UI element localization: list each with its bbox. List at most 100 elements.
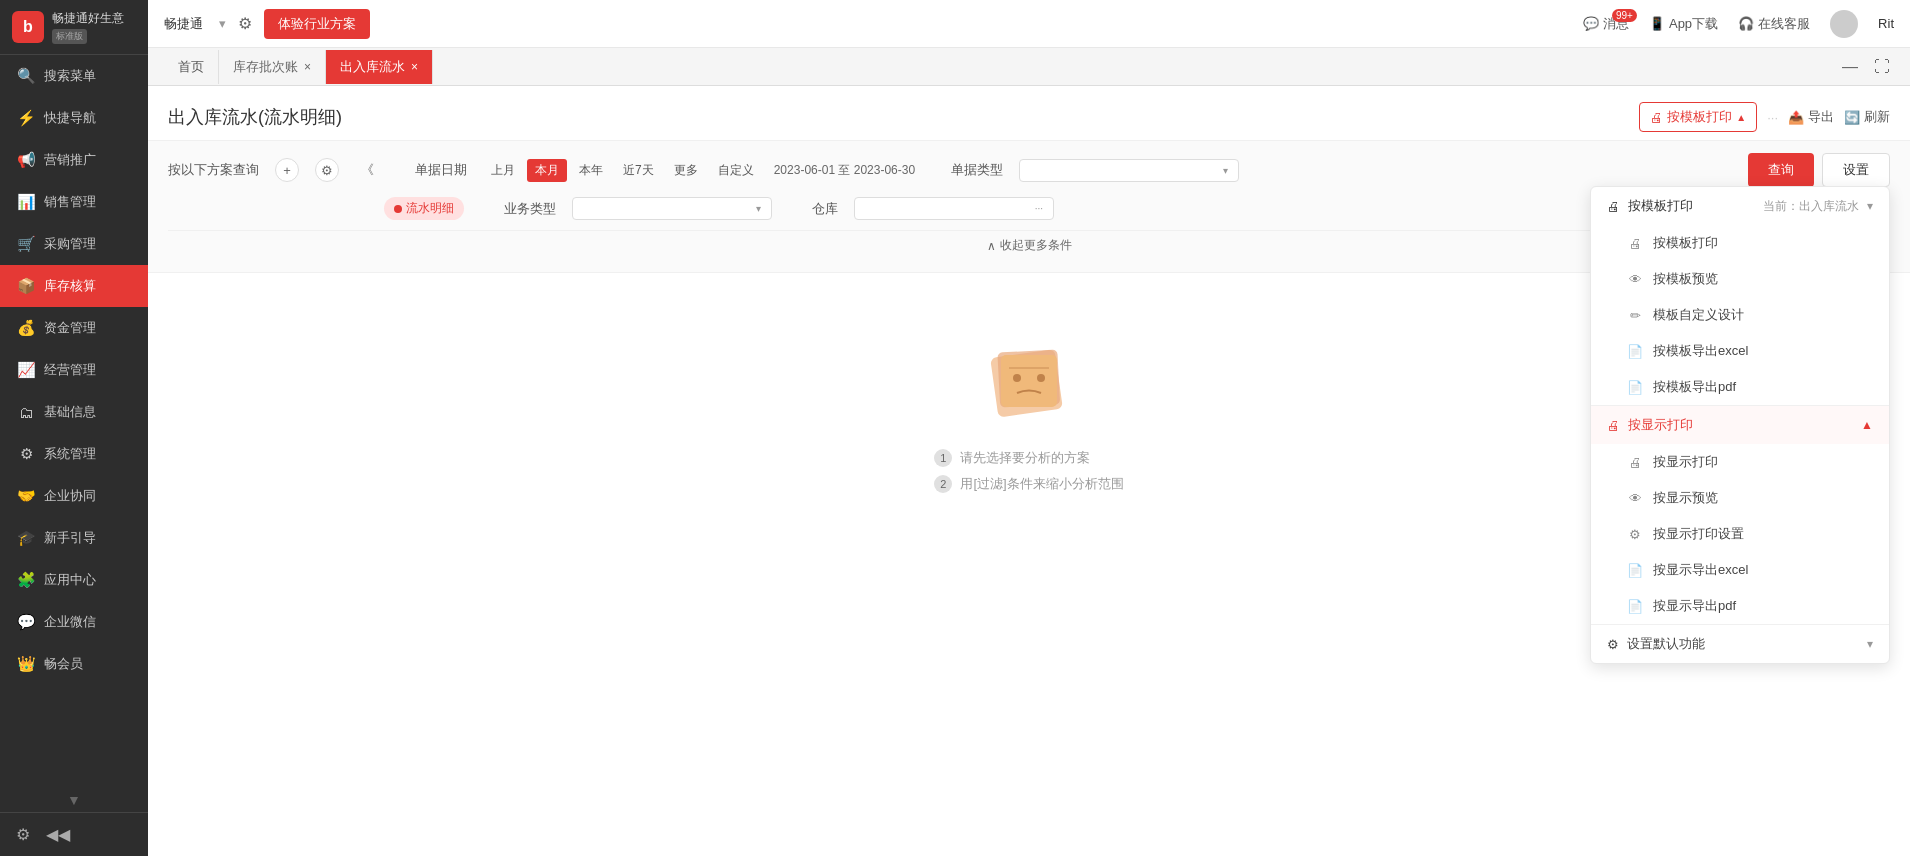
empty-hint-2: 2 用[过滤]条件来缩小分析范围: [934, 475, 1123, 493]
topbar-user-display: Rit: [1878, 16, 1894, 31]
svg-point-4: [1037, 374, 1045, 382]
date-option-this-year[interactable]: 本年: [571, 159, 611, 182]
sidebar-item-purchase[interactable]: 🛒 采购管理: [0, 223, 148, 265]
filter-tag-dot: [394, 205, 402, 213]
topbar-dropdown-arrow[interactable]: ▾: [219, 16, 226, 31]
display-print-header-label: 按显示打印: [1628, 416, 1693, 434]
tab-batch[interactable]: 库存批次账 ×: [219, 50, 326, 84]
sidebar-item-finance[interactable]: 💰 资金管理: [0, 307, 148, 349]
template-pdf-item[interactable]: 📄 按模板导出pdf: [1591, 369, 1889, 405]
sidebar-item-wechat[interactable]: 💬 企业微信: [0, 601, 148, 643]
app-version: 标准版: [52, 29, 87, 44]
date-option-custom[interactable]: 自定义: [710, 159, 762, 182]
sidebar-item-search[interactable]: 🔍 搜索菜单: [0, 55, 148, 97]
template-print-label: 按模板打印: [1667, 108, 1732, 126]
sidebar-item-guide[interactable]: 🎓 新手引导: [0, 517, 148, 559]
sidebar-item-marketing[interactable]: 📢 营销推广: [0, 139, 148, 181]
sidebar-item-vip[interactable]: 👑 畅会员: [0, 643, 148, 685]
empty-hints: 1 请先选择要分析的方案 2 用[过滤]条件来缩小分析范围: [934, 449, 1123, 501]
template-excel-item[interactable]: 📄 按模板导出excel: [1591, 333, 1889, 369]
tab-maximize-button[interactable]: ⛶: [1870, 54, 1894, 80]
svg-rect-2: [1001, 355, 1057, 407]
template-print-item[interactable]: 🖨 按模板打印: [1591, 225, 1889, 261]
template-custom-item[interactable]: ✏ 模板自定义设计: [1591, 297, 1889, 333]
empty-hint-1: 1 请先选择要分析的方案: [934, 449, 1123, 467]
sidebar-item-label: 系统管理: [44, 445, 96, 463]
tab-home[interactable]: 首页: [164, 50, 219, 84]
page-title: 出入库流水(流水明细): [168, 105, 342, 129]
dropdown-footer[interactable]: ⚙ 设置默认功能 ▾: [1591, 625, 1889, 663]
display-excel-icon: 📄: [1627, 562, 1643, 578]
business-type-select[interactable]: ▾: [572, 197, 772, 220]
display-settings-item[interactable]: ⚙ 按显示打印设置: [1591, 516, 1889, 552]
template-print-item-icon: 🖨: [1627, 235, 1643, 251]
sidebar-item-apps[interactable]: 🧩 应用中心: [0, 559, 148, 601]
printer-icon: 🖨: [1650, 110, 1663, 125]
display-settings-label: 按显示打印设置: [1653, 525, 1744, 543]
refresh-icon: 🔄: [1844, 110, 1860, 125]
query-button[interactable]: 查询: [1748, 153, 1814, 187]
warehouse-select[interactable]: ···: [854, 197, 1054, 220]
page-header: 出入库流水(流水明细) 🖨 按模板打印 ▲ ··· 📤 导出 🔄 刷新: [148, 86, 1910, 141]
filter-tag-liushui[interactable]: 流水明细: [384, 197, 464, 220]
template-preview-item[interactable]: 👁 按模板预览: [1591, 261, 1889, 297]
template-print-button[interactable]: 🖨 按模板打印 ▲: [1639, 102, 1757, 132]
display-excel-item[interactable]: 📄 按显示导出excel: [1591, 552, 1889, 588]
filter-add-button[interactable]: +: [275, 158, 299, 182]
base-icon: 🗂: [16, 402, 36, 422]
sidebar-item-shortcut[interactable]: ⚡ 快捷导航: [0, 97, 148, 139]
tab-inout[interactable]: 出入库流水 ×: [326, 50, 433, 84]
sidebar-item-operations[interactable]: 📈 经营管理: [0, 349, 148, 391]
template-custom-label: 模板自定义设计: [1653, 306, 1744, 324]
sidebar-item-label: 应用中心: [44, 571, 96, 589]
refresh-button[interactable]: 🔄 刷新: [1844, 108, 1890, 126]
sidebar-item-sales[interactable]: 📊 销售管理: [0, 181, 148, 223]
export-button[interactable]: 📤 导出: [1788, 108, 1834, 126]
template-print-arrow[interactable]: ▲: [1736, 112, 1746, 123]
sidebar-nav: 🔍 搜索菜单 ⚡ 快捷导航 📢 营销推广 📊 销售管理 🛒 采购管理 📦 库存核…: [0, 55, 148, 784]
tab-inout-close[interactable]: ×: [411, 60, 418, 74]
collapse-sidebar-icon[interactable]: ◀◀: [46, 825, 70, 844]
template-section-arrow: ▾: [1867, 199, 1873, 213]
sidebar-item-inventory[interactable]: 📦 库存核算: [0, 265, 148, 307]
sidebar-scroll-down[interactable]: ▼: [0, 788, 148, 812]
tab-inout-label: 出入库流水: [340, 58, 405, 76]
date-option-7days[interactable]: 近7天: [615, 159, 662, 182]
date-option-more[interactable]: 更多: [666, 159, 706, 182]
filter-setting-button[interactable]: ⚙: [315, 158, 339, 182]
topbar-app-download[interactable]: 📱 App下载: [1649, 15, 1718, 33]
display-preview-item[interactable]: 👁 按显示预览: [1591, 480, 1889, 516]
date-option-this-month[interactable]: 本月: [527, 159, 567, 182]
template-print-header-right: 当前：出入库流水 ▾: [1763, 198, 1873, 215]
bill-type-select[interactable]: ▾: [1019, 159, 1239, 182]
bill-type-arrow: ▾: [1223, 165, 1228, 176]
system-icon: ⚙: [16, 444, 36, 464]
tab-minimize-button[interactable]: —: [1838, 54, 1862, 80]
sidebar-item-base[interactable]: 🗂 基础信息: [0, 391, 148, 433]
settings-bottom-icon[interactable]: ⚙: [16, 825, 30, 844]
template-print-header-icon: 🖨: [1607, 199, 1620, 214]
template-pdf-icon: 📄: [1627, 379, 1643, 395]
display-print-header[interactable]: 🖨 按显示打印 ▲: [1591, 406, 1889, 444]
trial-button[interactable]: 体验行业方案: [264, 9, 370, 39]
display-print-item[interactable]: 🖨 按显示打印: [1591, 444, 1889, 480]
topbar-online-service[interactable]: 🎧 在线客服: [1738, 15, 1810, 33]
topbar-gear-icon[interactable]: ⚙: [238, 14, 252, 33]
tab-batch-close[interactable]: ×: [304, 60, 311, 74]
sidebar-item-collab[interactable]: 🤝 企业协同: [0, 475, 148, 517]
template-print-header[interactable]: 🖨 按模板打印 当前：出入库流水 ▾: [1591, 187, 1889, 225]
search-icon: 🔍: [16, 66, 36, 86]
filter-collapse-button[interactable]: 《: [355, 158, 379, 182]
filter-tag-label: 流水明细: [406, 200, 454, 217]
display-pdf-item[interactable]: 📄 按显示导出pdf: [1591, 588, 1889, 624]
settings-button[interactable]: 设置: [1822, 153, 1890, 187]
sidebar-bottom: ⚙ ◀◀: [0, 812, 148, 856]
sidebar: b 畅捷通好生意 标准版 🔍 搜索菜单 ⚡ 快捷导航 📢 营销推广 📊 销售管理…: [0, 0, 148, 856]
date-option-last-month[interactable]: 上月: [483, 159, 523, 182]
avatar[interactable]: [1830, 10, 1858, 38]
action-divider: ···: [1767, 110, 1778, 125]
topbar-message[interactable]: 💬 消息 99+: [1583, 15, 1629, 33]
display-settings-icon: ⚙: [1627, 526, 1643, 542]
sidebar-item-system[interactable]: ⚙ 系统管理: [0, 433, 148, 475]
vip-icon: 👑: [16, 654, 36, 674]
